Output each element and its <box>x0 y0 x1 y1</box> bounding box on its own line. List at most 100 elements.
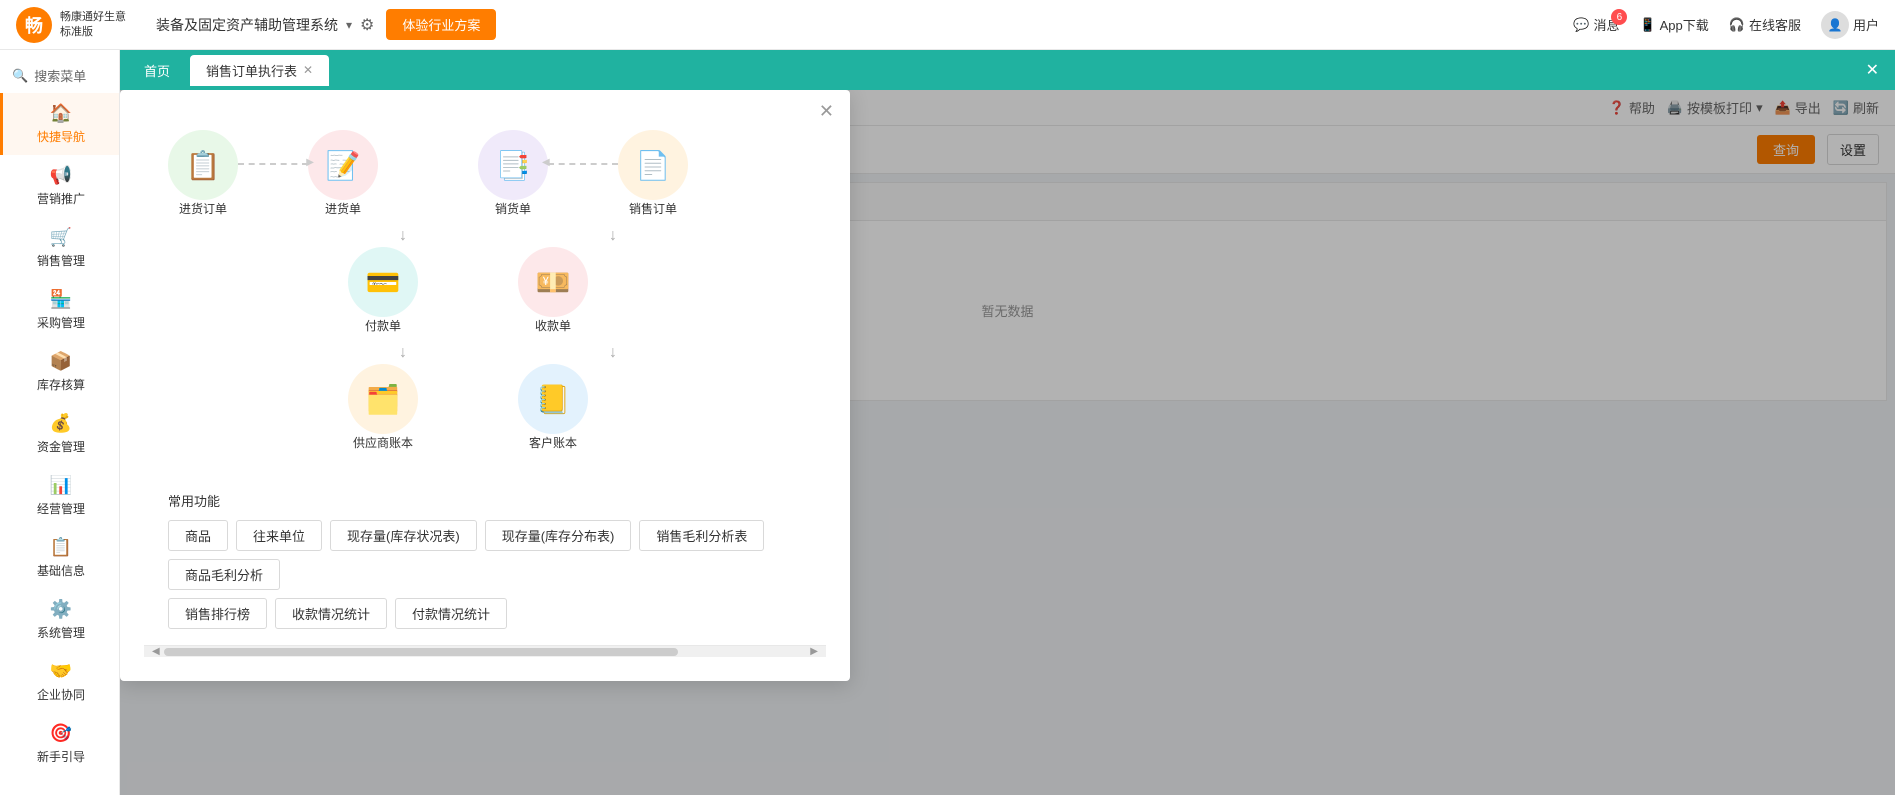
func-btn-receipt-stats[interactable]: 收款情况统计 <box>275 598 387 629</box>
system-icon: ⚙️ <box>50 599 72 620</box>
scroll-right-button[interactable]: ▶ <box>806 646 822 657</box>
app-download-action[interactable]: 📱 App下载 <box>1639 15 1708 34</box>
down-arrow-sales: ↓ <box>558 227 668 245</box>
func-btn-product-gross[interactable]: 商品毛利分析 <box>168 559 280 590</box>
flow-row-3: 🗂️ 供应商账本 📒 客户账本 <box>168 364 802 451</box>
func-btn-product[interactable]: 商品 <box>168 520 228 551</box>
purchase-order-icon: 📋 <box>186 149 221 182</box>
tab-close-all-icon[interactable]: ✕ <box>1858 60 1887 80</box>
purchase-order-label: 进货订单 <box>179 200 227 217</box>
sidebar-item-purchase[interactable]: 🏪 采购管理 <box>0 279 119 341</box>
app-icon: 📱 <box>1639 17 1655 33</box>
message-action[interactable]: 💬 消息 6 <box>1573 15 1619 34</box>
sidebar-item-sales[interactable]: 🛒 销售管理 <box>0 217 119 279</box>
scrollbar-track[interactable] <box>164 648 807 656</box>
newbie-icon: 🎯 <box>50 723 72 744</box>
payment-label: 付款单 <box>365 317 401 334</box>
func-btn-inventory-dist[interactable]: 现存量(库存分布表) <box>485 520 632 551</box>
payment-circle[interactable]: 💳 <box>348 247 418 317</box>
supplier-ledger-icon: 🗂️ <box>366 383 401 416</box>
search-icon: 🔍 <box>12 68 28 84</box>
page-content: ❓ 帮助 🖨️ 按模板打印 ▾ 📤 导出 🔄 刷新 <box>120 90 1895 795</box>
customer-service-action[interactable]: 🎧 在线客服 <box>1729 15 1801 34</box>
modal-scrollbar: ◀ ▶ <box>144 645 826 657</box>
tab-sales-order-exec[interactable]: 销售订单执行表 ✕ <box>190 55 329 86</box>
sidebar-item-finance[interactable]: 💰 资金管理 <box>0 403 119 465</box>
sidebar-item-marketing[interactable]: 📢 营销推广 <box>0 155 119 217</box>
sales-order-circle[interactable]: 📄 <box>618 130 688 200</box>
home-icon: 🏠 <box>50 103 72 124</box>
down-arrows-row: ↓ ↓ <box>168 225 802 247</box>
sidebar-item-basic-info[interactable]: 📋 基础信息 <box>0 527 119 589</box>
supplier-ledger-circle[interactable]: 🗂️ <box>348 364 418 434</box>
func-btn-inventory-status[interactable]: 现存量(库存状况表) <box>330 520 477 551</box>
settings-icon[interactable]: ⚙ <box>360 15 374 35</box>
sidebar-item-system[interactable]: ⚙️ 系统管理 <box>0 589 119 651</box>
arrow-1: ▶ <box>238 163 308 165</box>
user-action[interactable]: 👤 用户 <box>1821 11 1879 39</box>
sales-order-label: 销售订单 <box>629 200 677 217</box>
logo-area: 畅 畅康通好生意 标准版 <box>16 7 136 43</box>
flow-row-2: 💳 付款单 💴 收款单 <box>168 247 802 334</box>
modal-close-button[interactable]: ✕ <box>819 102 834 120</box>
sidebar-item-newbie[interactable]: 🎯 新手引导 <box>0 713 119 775</box>
down-arrow-purchase: ↓ <box>348 227 458 245</box>
basic-info-icon: 📋 <box>50 537 72 558</box>
message-badge: 6 <box>1611 9 1627 25</box>
flow-diagram: 📋 进货订单 ▶ <box>144 114 826 475</box>
customer-ledger-label: 客户账本 <box>529 434 577 451</box>
purchase-icon: 🏪 <box>50 289 72 310</box>
purchase-receipt-circle[interactable]: 📝 <box>308 130 378 200</box>
top-header: 畅 畅康通好生意 标准版 装备及固定资产辅助管理系统 ▾ ⚙ 体验行业方案 💬 … <box>0 0 1895 50</box>
sidebar: 🔍 搜索菜单 🏠 快捷导航 📢 营销推广 🛒 销售管理 🏪 采购管理 📦 库存核… <box>0 50 120 795</box>
func-btn-row-1: 商品 往来单位 现存量(库存状况表) 现存量(库存分布表) 销售毛利分析表 商品… <box>168 520 802 590</box>
tab-bar: 首页 销售订单执行表 ✕ ✕ <box>120 50 1895 90</box>
content-area: 首页 销售订单执行表 ✕ ✕ ❓ 帮助 🖨️ 按模板打印 ▾ <box>120 50 1895 795</box>
func-btn-partner[interactable]: 往来单位 <box>236 520 322 551</box>
sidebar-item-operation[interactable]: 📊 经营管理 <box>0 465 119 527</box>
arrow-2: ◀ <box>548 163 618 165</box>
trial-button[interactable]: 体验行业方案 <box>386 9 496 40</box>
search-menu[interactable]: 🔍 搜索菜单 <box>0 58 119 93</box>
sales-receipt-label: 销货单 <box>495 200 531 217</box>
inventory-icon: 📦 <box>50 351 72 372</box>
sales-order-icon: 📄 <box>636 149 671 182</box>
sidebar-item-enterprise[interactable]: 🤝 企业协同 <box>0 651 119 713</box>
func-btn-payment-stats[interactable]: 付款情况统计 <box>395 598 507 629</box>
modal-overlay: ✕ 📋 进货订单 <box>120 90 1895 795</box>
tab-home[interactable]: 首页 <box>128 55 186 86</box>
customer-ledger-circle[interactable]: 📒 <box>518 364 588 434</box>
down-arrow-payment: ↓ <box>348 344 458 362</box>
common-functions: 常用功能 商品 往来单位 现存量(库存状况表) 现存量(库存分布表) 销售毛利分… <box>144 475 826 645</box>
purchase-receipt-icon: 📝 <box>326 149 361 182</box>
receipt-label: 收款单 <box>535 317 571 334</box>
payment-icon: 💳 <box>366 266 401 299</box>
func-btn-row-2: 销售排行榜 收款情况统计 付款情况统计 <box>168 598 802 629</box>
purchase-order-circle[interactable]: 📋 <box>168 130 238 200</box>
sidebar-item-inventory[interactable]: 📦 库存核算 <box>0 341 119 403</box>
sidebar-item-quick-nav[interactable]: 🏠 快捷导航 <box>0 93 119 155</box>
sales-receipt-circle[interactable]: 📑 <box>478 130 548 200</box>
receipt-circle[interactable]: 💴 <box>518 247 588 317</box>
flow-col-receipt: 💴 收款单 <box>518 247 588 334</box>
flow-row-1: 📋 进货订单 ▶ <box>168 130 802 217</box>
system-title: 装备及固定资产辅助管理系统 <box>156 15 338 35</box>
receipt-icon: 💴 <box>536 266 571 299</box>
system-dropdown-icon[interactable]: ▾ <box>346 18 352 32</box>
flow-col-supplier: 🗂️ 供应商账本 <box>348 364 418 451</box>
func-btn-sales-rank[interactable]: 销售排行榜 <box>168 598 267 629</box>
scroll-left-button[interactable]: ◀ <box>148 646 164 657</box>
headset-icon: 🎧 <box>1729 17 1745 33</box>
header-right: 💬 消息 6 📱 App下载 🎧 在线客服 👤 用户 <box>1573 11 1879 39</box>
scrollbar-thumb <box>164 648 678 656</box>
purchase-receipt-label: 进货单 <box>325 200 361 217</box>
supplier-ledger-label: 供应商账本 <box>353 434 413 451</box>
down-arrows-row-2: ↓ ↓ <box>168 342 802 364</box>
finance-icon: 💰 <box>50 413 72 434</box>
tab-close-icon[interactable]: ✕ <box>303 63 313 77</box>
flow-col-payment: 💳 付款单 <box>348 247 418 334</box>
func-btn-sales-gross[interactable]: 销售毛利分析表 <box>639 520 764 551</box>
quick-guide-modal: ✕ 📋 进货订单 <box>120 90 850 681</box>
flow-col-customer: 📒 客户账本 <box>518 364 588 451</box>
operation-icon: 📊 <box>50 475 72 496</box>
